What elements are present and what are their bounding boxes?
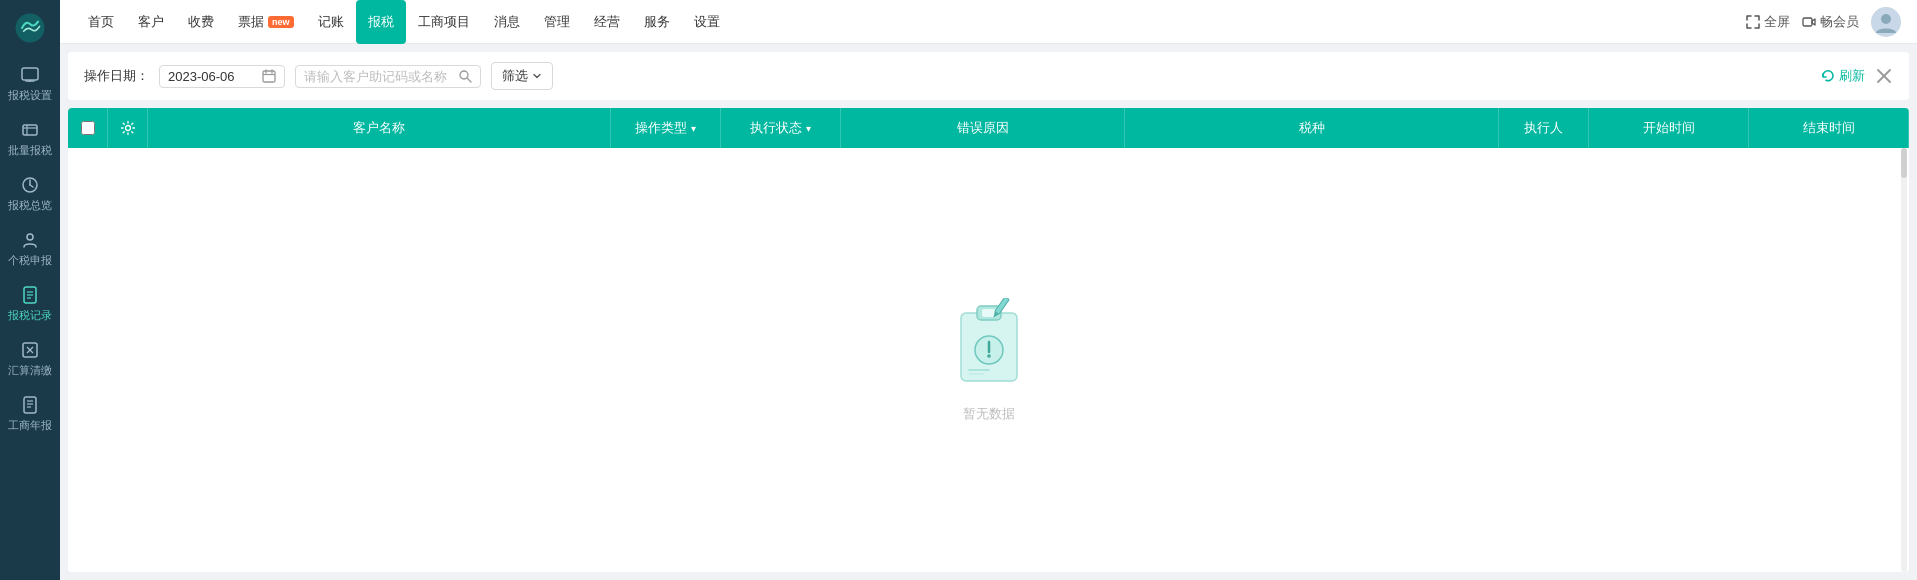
avatar-icon [1871, 7, 1901, 37]
svg-rect-16 [24, 397, 36, 413]
th-end-time: 结束时间 [1749, 108, 1909, 148]
invoice-badge: new [268, 16, 294, 28]
nav-service[interactable]: 服务 [632, 0, 682, 44]
date-input[interactable] [168, 69, 258, 84]
sidebar-item-label: 报税记录 [8, 308, 52, 323]
empty-state: 暂无数据 [949, 298, 1029, 423]
nav-settings[interactable]: 设置 [682, 0, 732, 44]
topnav-right: 全屏 畅会员 [1746, 7, 1901, 37]
main-area: 首页 客户 收费 票据 new 记账 报税 工商项目 消息 管理 经营 [60, 0, 1917, 580]
sidebar-item-baoshui-zongjian[interactable]: 报税总览 [0, 166, 60, 221]
settlement-icon [19, 339, 41, 361]
nav-manage[interactable]: 管理 [532, 0, 582, 44]
sidebar-item-label: 批量报税 [8, 143, 52, 158]
annual-report-icon [19, 394, 41, 416]
nav-home[interactable]: 首页 [76, 0, 126, 44]
th-checkbox[interactable] [68, 108, 108, 148]
nav-bookkeeping[interactable]: 记账 [306, 0, 356, 44]
fullscreen-icon [1746, 15, 1760, 29]
select-all-checkbox[interactable] [81, 121, 95, 135]
user-avatar[interactable] [1871, 7, 1901, 37]
svg-point-8 [27, 234, 33, 240]
app-logo[interactable] [10, 8, 50, 48]
date-label: 操作日期： [84, 67, 149, 85]
filter-button[interactable]: 筛选 [491, 62, 553, 90]
refresh-label: 刷新 [1839, 67, 1865, 85]
th-start-time: 开始时间 [1589, 108, 1749, 148]
batch-tax-icon [19, 119, 41, 141]
sidebar-item-label: 工商年报 [8, 418, 52, 433]
search-input[interactable] [304, 69, 454, 84]
nav-operation[interactable]: 经营 [582, 0, 632, 44]
sort-icon-exec-status: ▾ [806, 123, 811, 134]
th-gear[interactable] [108, 108, 148, 148]
search-wrap [295, 65, 481, 88]
personal-tax-icon [19, 229, 41, 251]
svg-point-22 [1881, 14, 1891, 24]
settings-icon [19, 64, 41, 86]
table-header: 客户名称 操作类型 ▾ 执行状态 ▾ 错误原因 税种 执行人 [68, 108, 1909, 148]
filter-label: 筛选 [502, 67, 528, 85]
video-icon [1802, 15, 1816, 29]
nav-message[interactable]: 消息 [482, 0, 532, 44]
sidebar-item-baoshui-jilu[interactable]: 报税记录 [0, 276, 60, 331]
member-btn[interactable]: 畅会员 [1802, 13, 1859, 31]
column-settings-icon [120, 120, 136, 136]
sidebar-item-label: 汇算清缴 [8, 363, 52, 378]
empty-text: 暂无数据 [963, 405, 1015, 423]
svg-point-27 [460, 71, 468, 79]
sidebar-item-label: 个税申报 [8, 253, 52, 268]
nav-client[interactable]: 客户 [126, 0, 176, 44]
page-content: 操作日期： 筛选 [60, 44, 1917, 580]
calendar-icon [262, 69, 276, 83]
fullscreen-label: 全屏 [1764, 13, 1790, 31]
nav-industry[interactable]: 工商项目 [406, 0, 482, 44]
sidebar-item-label: 报税总览 [8, 198, 52, 213]
scrollbar-track[interactable] [1901, 148, 1907, 572]
svg-line-28 [468, 79, 472, 83]
th-exec-status[interactable]: 执行状态 ▾ [721, 108, 841, 148]
empty-illustration [949, 298, 1029, 393]
sidebar-item-piliang-baoshui[interactable]: 批量报税 [0, 111, 60, 166]
sidebar-item-baoshui-shezhi[interactable]: 报税设置 [0, 56, 60, 111]
toolbar: 操作日期： 筛选 [68, 52, 1909, 100]
svg-rect-20 [1803, 18, 1812, 26]
table-body: 暂无数据 [68, 148, 1909, 572]
record-icon [19, 284, 41, 306]
th-op-type[interactable]: 操作类型 ▾ [611, 108, 721, 148]
svg-rect-4 [23, 125, 37, 135]
th-tax-type: 税种 [1125, 108, 1499, 148]
sort-icon-op-type: ▾ [691, 123, 696, 134]
sidebar: 报税设置 批量报税 报税总览 个税申报 [0, 0, 60, 580]
th-error-reason: 错误原因 [841, 108, 1126, 148]
svg-rect-23 [263, 71, 275, 82]
close-icon [1875, 67, 1893, 85]
overview-icon [19, 174, 41, 196]
nav-invoice[interactable]: 票据 new [226, 0, 306, 44]
sidebar-item-label: 报税设置 [8, 88, 52, 103]
nav-tax[interactable]: 报税 [356, 0, 406, 44]
nav-fee[interactable]: 收费 [176, 0, 226, 44]
sidebar-item-gongshang-nianbao[interactable]: 工商年报 [0, 386, 60, 441]
date-input-wrap[interactable] [159, 65, 285, 88]
top-navigation: 首页 客户 收费 票据 new 记账 报税 工商项目 消息 管理 经营 [60, 0, 1917, 44]
refresh-icon [1821, 69, 1835, 83]
data-table: 客户名称 操作类型 ▾ 执行状态 ▾ 错误原因 税种 执行人 [68, 108, 1909, 572]
member-label: 畅会员 [1820, 13, 1859, 31]
search-icon[interactable] [458, 69, 472, 83]
close-button[interactable] [1875, 67, 1893, 85]
svg-rect-1 [22, 68, 38, 80]
chevron-down-icon [532, 71, 542, 81]
th-client-name: 客户名称 [148, 108, 611, 148]
fullscreen-btn[interactable]: 全屏 [1746, 13, 1790, 31]
th-executor: 执行人 [1499, 108, 1589, 148]
scrollbar-thumb[interactable] [1901, 148, 1907, 178]
sidebar-item-huisuan-jiaona[interactable]: 汇算清缴 [0, 331, 60, 386]
refresh-button[interactable]: 刷新 [1821, 67, 1865, 85]
svg-point-31 [125, 126, 130, 131]
sidebar-item-geshui-shenbao[interactable]: 个税申报 [0, 221, 60, 276]
svg-point-37 [987, 354, 991, 358]
